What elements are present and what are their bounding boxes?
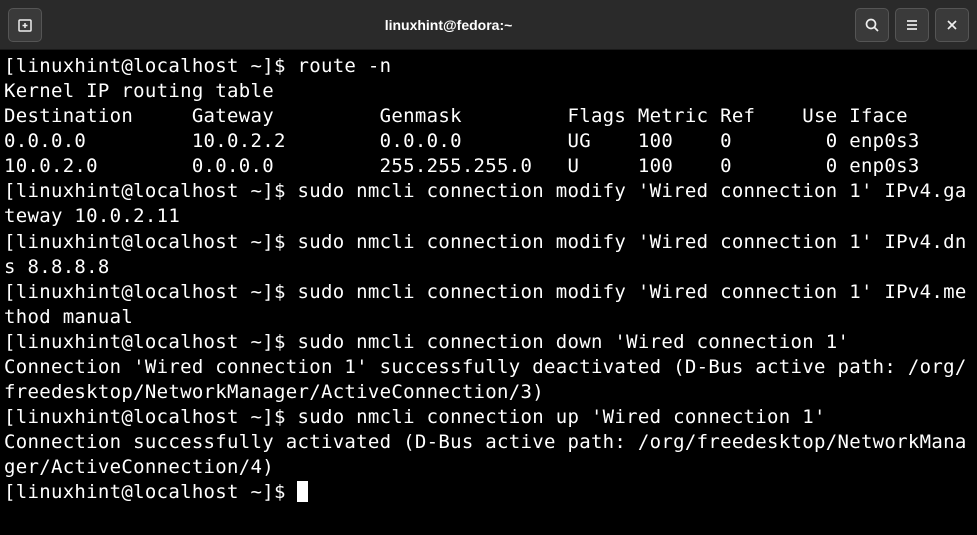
terminal-line: [linuxhint@localhost ~]$ sudo nmcli conn… [4, 231, 967, 278]
terminal-output[interactable]: [linuxhint@localhost ~]$ route -n Kernel… [0, 50, 977, 509]
terminal-line: [linuxhint@localhost ~]$ sudo nmcli conn… [4, 180, 967, 227]
terminal-line: 0.0.0.0 10.0.2.2 0.0.0.0 UG 100 0 0 enp0… [4, 130, 920, 152]
new-tab-icon [17, 17, 33, 33]
terminal-line: Connection 'Wired connection 1' successf… [4, 356, 967, 403]
search-button[interactable] [855, 8, 889, 42]
titlebar-left [8, 8, 42, 42]
window-title: linuxhint@fedora:~ [42, 17, 855, 33]
terminal-line: [linuxhint@localhost ~]$ [4, 481, 297, 503]
search-icon [864, 17, 880, 33]
terminal-line: Connection successfully activated (D-Bus… [4, 431, 967, 478]
terminal-line: [linuxhint@localhost ~]$ sudo nmcli conn… [4, 331, 849, 353]
terminal-line: [linuxhint@localhost ~]$ sudo nmcli conn… [4, 281, 967, 328]
close-button[interactable] [935, 8, 969, 42]
new-tab-button[interactable] [8, 8, 42, 42]
hamburger-icon [904, 17, 920, 33]
titlebar: linuxhint@fedora:~ [0, 0, 977, 50]
terminal-line: Destination Gateway Genmask Flags Metric… [4, 105, 908, 127]
titlebar-right [855, 8, 969, 42]
terminal-line: 10.0.2.0 0.0.0.0 255.255.255.0 U 100 0 0… [4, 155, 920, 177]
terminal-line: Kernel IP routing table [4, 80, 274, 102]
cursor [297, 481, 308, 502]
menu-button[interactable] [895, 8, 929, 42]
terminal-line: [linuxhint@localhost ~]$ sudo nmcli conn… [4, 406, 826, 428]
terminal-line: [linuxhint@localhost ~]$ route -n [4, 55, 391, 77]
close-icon [945, 18, 959, 32]
